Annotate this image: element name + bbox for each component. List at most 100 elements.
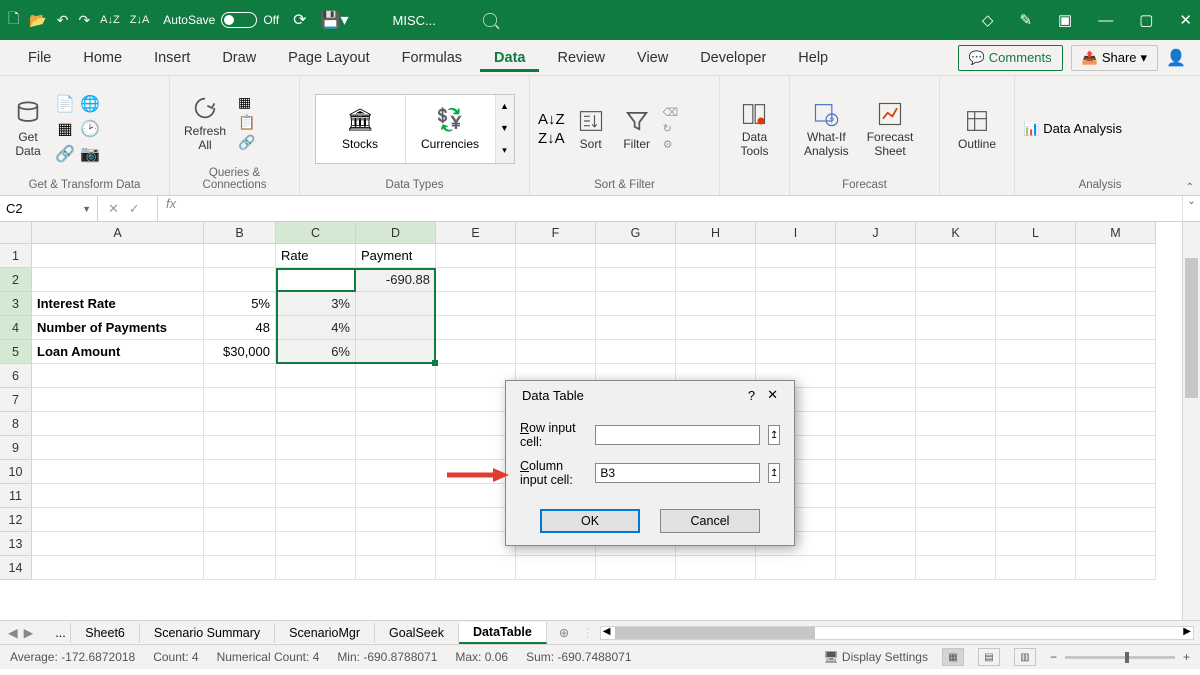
- cell[interactable]: [916, 244, 996, 268]
- cell[interactable]: [756, 244, 836, 268]
- tab-insert[interactable]: Insert: [140, 44, 204, 72]
- cell[interactable]: [996, 292, 1076, 316]
- cell[interactable]: [1076, 484, 1156, 508]
- edit-links-icon[interactable]: 🔗: [238, 134, 255, 151]
- from-pic-icon[interactable]: 📷: [79, 143, 101, 165]
- cell[interactable]: [676, 244, 756, 268]
- cell[interactable]: [32, 484, 204, 508]
- comments-button[interactable]: 💬 Comments: [958, 45, 1063, 71]
- cell[interactable]: [32, 556, 204, 580]
- row-header[interactable]: 12: [0, 508, 32, 532]
- cell[interactable]: [996, 388, 1076, 412]
- cell[interactable]: [1076, 340, 1156, 364]
- from-text-icon[interactable]: 📄: [54, 93, 76, 115]
- cell[interactable]: [996, 556, 1076, 580]
- tab-developer[interactable]: Developer: [686, 44, 780, 72]
- cell[interactable]: [596, 292, 676, 316]
- minimize-icon[interactable]: —: [1098, 12, 1113, 29]
- cell[interactable]: [32, 436, 204, 460]
- cell[interactable]: [436, 508, 516, 532]
- cell[interactable]: [356, 484, 436, 508]
- cell[interactable]: [204, 532, 276, 556]
- outline-button[interactable]: Outline: [952, 104, 1002, 154]
- cell[interactable]: [836, 436, 916, 460]
- cell[interactable]: [32, 412, 204, 436]
- cell[interactable]: [836, 244, 916, 268]
- cell[interactable]: [996, 268, 1076, 292]
- cell[interactable]: [356, 556, 436, 580]
- cell[interactable]: [676, 340, 756, 364]
- sheet-tab[interactable]: GoalSeek: [375, 623, 459, 643]
- cell[interactable]: [1076, 268, 1156, 292]
- cancel-button[interactable]: Cancel: [660, 509, 760, 533]
- cell[interactable]: [276, 268, 356, 292]
- new-sheet-icon[interactable]: ⊕: [547, 625, 581, 640]
- help-icon[interactable]: ?: [742, 388, 761, 403]
- tab-file[interactable]: File: [14, 44, 65, 72]
- normal-view-icon[interactable]: ▦: [942, 648, 964, 666]
- cell[interactable]: [276, 484, 356, 508]
- save-icon[interactable]: 💾▾: [321, 10, 349, 30]
- cell[interactable]: [436, 268, 516, 292]
- cell[interactable]: [836, 484, 916, 508]
- cell[interactable]: 6%: [276, 340, 356, 364]
- cell[interactable]: [516, 244, 596, 268]
- cell[interactable]: [356, 364, 436, 388]
- cell[interactable]: [916, 292, 996, 316]
- cell[interactable]: [32, 364, 204, 388]
- cell[interactable]: [436, 460, 516, 484]
- cell[interactable]: [596, 340, 676, 364]
- cell[interactable]: [996, 460, 1076, 484]
- col-header[interactable]: B: [204, 222, 276, 244]
- cell[interactable]: [916, 556, 996, 580]
- cell[interactable]: $30,000: [204, 340, 276, 364]
- currencies-item[interactable]: 💱 Currencies: [406, 95, 496, 163]
- cell[interactable]: [356, 508, 436, 532]
- display-settings-button[interactable]: 🖥 Display Settings: [823, 650, 928, 664]
- cell[interactable]: [436, 532, 516, 556]
- cell[interactable]: [436, 316, 516, 340]
- queries-icon[interactable]: ▦: [238, 94, 255, 111]
- row-header[interactable]: 10: [0, 460, 32, 484]
- tab-review[interactable]: Review: [543, 44, 619, 72]
- cell[interactable]: [204, 556, 276, 580]
- search-icon[interactable]: [483, 13, 497, 27]
- close-icon[interactable]: ✕: [1179, 11, 1192, 29]
- row-header[interactable]: 4: [0, 316, 32, 340]
- zoom-slider[interactable]: − +: [1050, 650, 1190, 664]
- tab-home[interactable]: Home: [69, 44, 136, 72]
- cell[interactable]: -690.88: [356, 268, 436, 292]
- ok-button[interactable]: OK: [540, 509, 640, 533]
- toggle-switch[interactable]: [221, 12, 257, 28]
- cell[interactable]: [836, 364, 916, 388]
- redo-icon[interactable]: ↷: [78, 12, 90, 29]
- col-ref-picker-icon[interactable]: ↥: [768, 463, 780, 483]
- name-box[interactable]: C2 ▼: [0, 196, 98, 221]
- filter-button[interactable]: Filter: [617, 104, 657, 154]
- row-header[interactable]: 6: [0, 364, 32, 388]
- col-header[interactable]: A: [32, 222, 204, 244]
- cell[interactable]: [356, 460, 436, 484]
- cell[interactable]: [436, 292, 516, 316]
- cell[interactable]: [516, 556, 596, 580]
- row-input-field[interactable]: [595, 425, 760, 445]
- tab-help[interactable]: Help: [784, 44, 842, 72]
- cell[interactable]: [516, 268, 596, 292]
- cell[interactable]: [1076, 364, 1156, 388]
- zoom-in-icon[interactable]: +: [1183, 650, 1190, 664]
- cell[interactable]: [916, 268, 996, 292]
- sort-button[interactable]: Sort: [571, 104, 611, 154]
- chevron-down-icon[interactable]: ▼: [82, 204, 91, 214]
- cell[interactable]: [996, 340, 1076, 364]
- clear-filter[interactable]: ⌫: [663, 106, 679, 119]
- reapply-filter[interactable]: ↻: [663, 122, 679, 135]
- cell[interactable]: [916, 460, 996, 484]
- forecast-sheet-button[interactable]: Forecast Sheet: [861, 97, 920, 161]
- cell[interactable]: [204, 436, 276, 460]
- cell[interactable]: [996, 532, 1076, 556]
- cell[interactable]: [1076, 292, 1156, 316]
- expand-formula-icon[interactable]: ⌄: [1182, 196, 1200, 221]
- col-header[interactable]: C: [276, 222, 356, 244]
- cell[interactable]: [916, 340, 996, 364]
- diamond-icon[interactable]: ◇: [982, 11, 994, 29]
